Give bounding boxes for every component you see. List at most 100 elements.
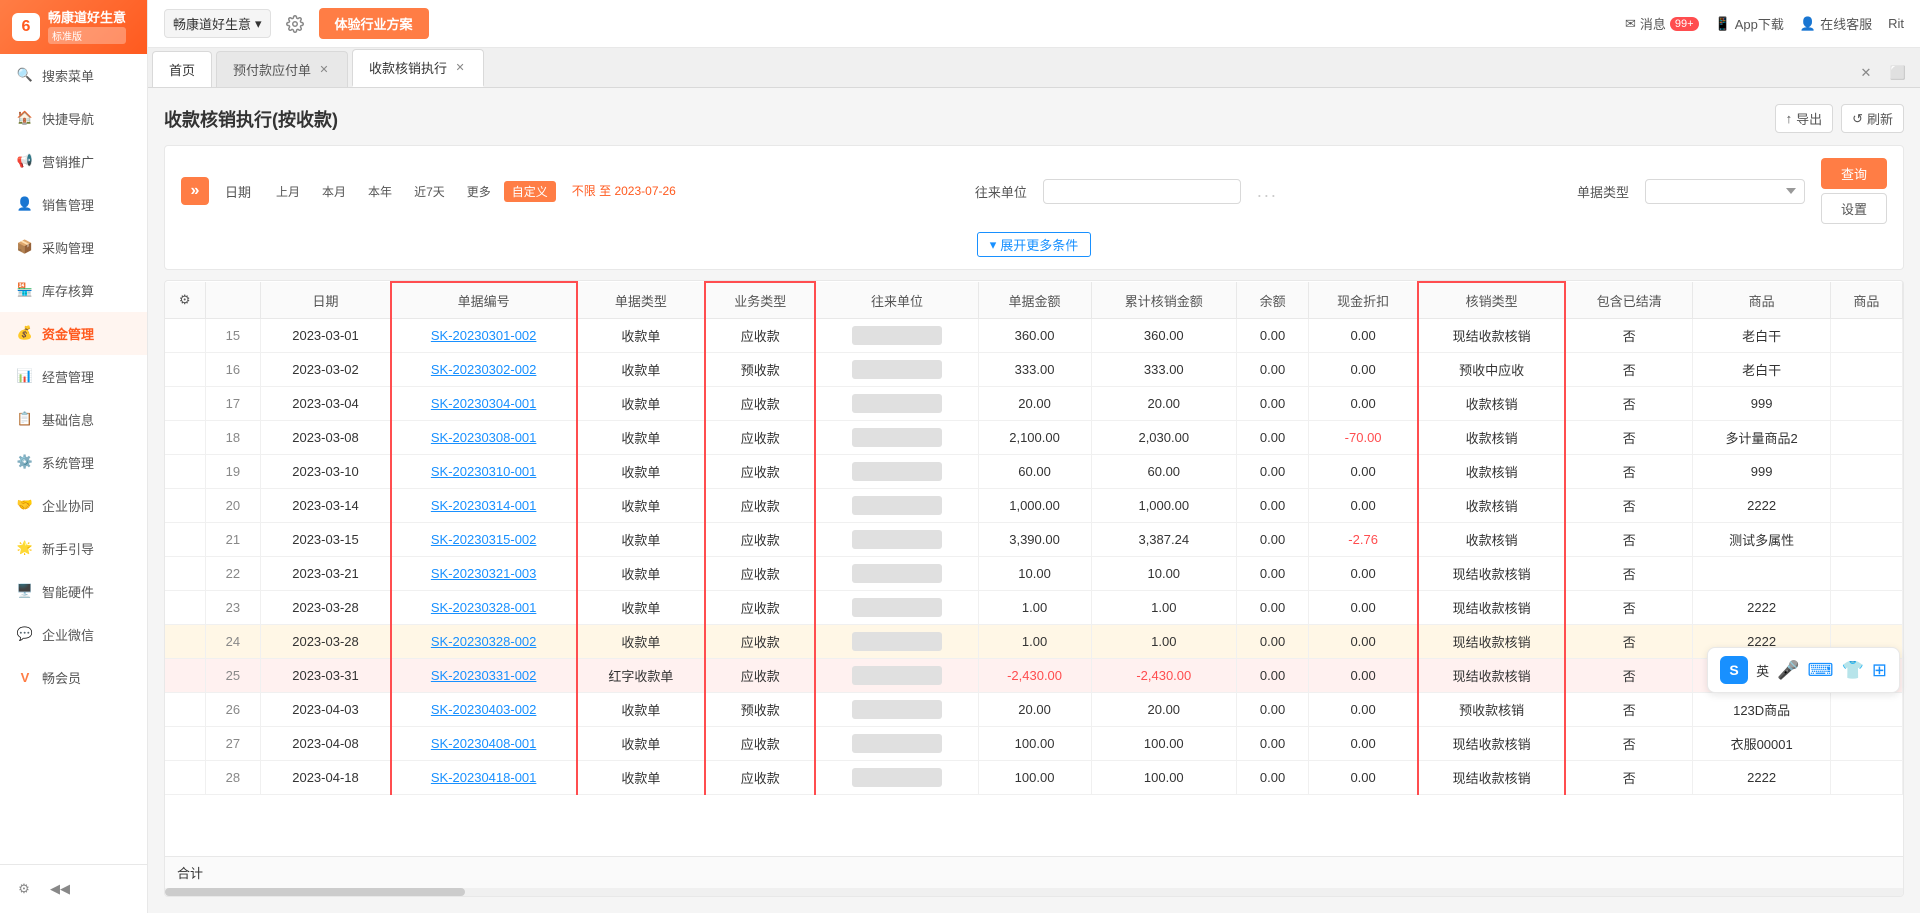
- col-biz-type-cell: 应收款: [705, 421, 815, 455]
- export-btn[interactable]: ↑ 导出: [1775, 104, 1834, 133]
- col-product2-cell: [1830, 387, 1902, 421]
- app-download-btn[interactable]: 📱 App下载: [1715, 14, 1784, 33]
- col-bill-no-cell[interactable]: SK-20230331-002: [391, 659, 577, 693]
- col-bill-no-cell[interactable]: SK-20230310-001: [391, 455, 577, 489]
- sidebar-item-basics[interactable]: 📋 基础信息: [0, 398, 147, 441]
- horizontal-scrollbar[interactable]: [165, 888, 1903, 896]
- sidebar-item-finance[interactable]: 💰 资金管理: [0, 312, 147, 355]
- float-shirt-icon[interactable]: 👕: [1841, 660, 1863, 681]
- messages-btn[interactable]: ✉ 消息 99+: [1625, 14, 1699, 33]
- col-bill-amount-cell: 1.00: [978, 625, 1091, 659]
- float-grid-icon[interactable]: ⊞: [1872, 660, 1887, 681]
- col-bill-no-cell[interactable]: SK-20230308-001: [391, 421, 577, 455]
- this-year-btn[interactable]: 本年: [359, 180, 401, 203]
- expand-more-btn[interactable]: ▾ 展开更多条件: [977, 232, 1092, 257]
- tab-maximize-btn[interactable]: ⬜: [1884, 59, 1912, 87]
- last-7-days-btn[interactable]: 近7天: [405, 180, 454, 203]
- col-bill-no-cell[interactable]: SK-20230403-002: [391, 693, 577, 727]
- sidebar-item-operations[interactable]: 📊 经营管理: [0, 355, 147, 398]
- col-bill-no-cell[interactable]: SK-20230418-001: [391, 761, 577, 795]
- sidebar-item-wechat[interactable]: 💬 企业微信: [0, 613, 147, 656]
- col-biz-type: 业务类型: [705, 282, 815, 319]
- col-bill-type: 单据类型: [577, 282, 706, 319]
- partner-filter-input[interactable]: [1043, 179, 1241, 204]
- table-row: 21 2023-03-15 SK-20230315-002 收款单 应收款 ██…: [165, 523, 1903, 557]
- main-area: 畅康道好生意 ▾ 体验行业方案 ✉ 消息 99+ 📱 App下载 👤 在线客服: [148, 0, 1920, 913]
- operations-icon: 📊: [16, 367, 34, 385]
- col-bill-no-cell[interactable]: SK-20230304-001: [391, 387, 577, 421]
- tab-prepay[interactable]: 预付款应付单 ✕: [216, 51, 348, 87]
- settings-bottom-btn[interactable]: ⚙: [10, 875, 38, 903]
- col-bill-no-cell[interactable]: SK-20230328-001: [391, 591, 577, 625]
- sidebar-item-marketing[interactable]: 📢 营销推广: [0, 140, 147, 183]
- collapse-btn[interactable]: ◀◀: [46, 875, 74, 903]
- scrollbar-thumb[interactable]: [165, 888, 465, 896]
- sidebar-item-sales[interactable]: 👤 销售管理: [0, 183, 147, 226]
- export-label: 导出: [1796, 109, 1822, 128]
- col-bill-no-cell[interactable]: SK-20230314-001: [391, 489, 577, 523]
- sidebar-item-system[interactable]: ⚙️ 系统管理: [0, 441, 147, 484]
- tab-close-all-btn[interactable]: ✕: [1852, 59, 1880, 87]
- tab-prepay-close[interactable]: ✕: [317, 63, 331, 77]
- float-keyboard-icon[interactable]: ⌨: [1808, 660, 1834, 681]
- tab-home[interactable]: 首页: [152, 51, 212, 87]
- breadcrumb-dropdown[interactable]: 畅康道好生意 ▾: [164, 9, 271, 38]
- col-include-settled-cell: 否: [1565, 727, 1693, 761]
- user-name-btn[interactable]: Rit: [1888, 16, 1904, 31]
- tab-receivable[interactable]: 收款核销执行 ✕: [352, 49, 484, 87]
- col-product2-cell: [1830, 353, 1902, 387]
- tab-receivable-close[interactable]: ✕: [453, 61, 467, 75]
- inventory-icon: 🏪: [16, 281, 34, 299]
- col-discount-cell: 0.00: [1309, 693, 1419, 727]
- sidebar-item-member[interactable]: V 畅会员: [0, 656, 147, 699]
- col-product2: 商品: [1830, 282, 1902, 319]
- col-bill-no-cell[interactable]: SK-20230301-002: [391, 319, 577, 353]
- sidebar-item-search[interactable]: 🔍 搜索菜单: [0, 54, 147, 97]
- bill-type-select[interactable]: [1645, 179, 1805, 204]
- sidebar-item-enterprise[interactable]: 🤝 企业协同: [0, 484, 147, 527]
- filter-expand-btn[interactable]: »: [181, 177, 209, 205]
- float-mic-icon[interactable]: 🎤: [1777, 660, 1799, 681]
- col-partner-cell: ████████: [815, 387, 978, 421]
- table-scroll[interactable]: ⚙ 日期 单据编号 单据类型 业务类型 往来单位 单据金额 累计核销金额 余额 …: [165, 281, 1903, 856]
- col-bill-no-cell[interactable]: SK-20230315-002: [391, 523, 577, 557]
- col-include-settled-cell: 否: [1565, 625, 1693, 659]
- sidebar-item-quick-nav[interactable]: 🏠 快捷导航: [0, 97, 147, 140]
- sidebar-item-label: 快捷导航: [42, 109, 94, 128]
- solution-btn[interactable]: 体验行业方案: [319, 8, 429, 39]
- logo-icon: 6: [12, 13, 40, 41]
- col-bill-no-cell[interactable]: SK-20230328-002: [391, 625, 577, 659]
- col-seq-cell: 19: [205, 455, 261, 489]
- float-toolbar: S 英 🎤 ⌨ 👕 ⊞: [1707, 647, 1900, 693]
- col-settings-cell: [165, 387, 205, 421]
- this-month-btn[interactable]: 本月: [313, 180, 355, 203]
- custom-date-btn[interactable]: 自定义: [504, 181, 556, 202]
- more-dates-btn[interactable]: 更多: [458, 180, 500, 203]
- filter-expand-row: ▾ 展开更多条件: [181, 232, 1887, 257]
- sidebar-item-hardware[interactable]: 🖥️ 智能硬件: [0, 570, 147, 613]
- col-seq-cell: 26: [205, 693, 261, 727]
- col-settings-cell: [165, 319, 205, 353]
- sidebar-item-purchase[interactable]: 📦 采购管理: [0, 226, 147, 269]
- refresh-btn[interactable]: ↺ 刷新: [1841, 104, 1904, 133]
- query-btn[interactable]: 查询: [1821, 158, 1887, 189]
- date-filter-label: 日期: [225, 182, 251, 201]
- online-service-btn[interactable]: 👤 在线客服: [1800, 14, 1872, 33]
- header-settings-btn[interactable]: [279, 8, 311, 40]
- sidebar-item-guide[interactable]: 🌟 新手引导: [0, 527, 147, 570]
- setting-btn[interactable]: 设置: [1821, 193, 1887, 224]
- sidebar-item-inventory[interactable]: 🏪 库存核算: [0, 269, 147, 312]
- last-month-btn[interactable]: 上月: [267, 180, 309, 203]
- col-bill-no-cell[interactable]: SK-20230321-003: [391, 557, 577, 591]
- col-cumulative-cell: 1.00: [1091, 625, 1237, 659]
- col-verify-type-cell: 预收中应收: [1418, 353, 1565, 387]
- col-bill-no-cell[interactable]: SK-20230302-002: [391, 353, 577, 387]
- search-icon: 🔍: [16, 66, 34, 84]
- col-balance: 余额: [1237, 282, 1309, 319]
- col-bill-no-cell[interactable]: SK-20230408-001: [391, 727, 577, 761]
- col-settings-cell: [165, 591, 205, 625]
- col-settings[interactable]: ⚙: [165, 282, 205, 319]
- sidebar-menu: 🔍 搜索菜单 🏠 快捷导航 📢 营销推广 👤 销售管理 📦 采购管理 🏪 库存核…: [0, 54, 147, 864]
- col-product2-cell: [1830, 523, 1902, 557]
- col-discount-cell: 0.00: [1309, 659, 1419, 693]
